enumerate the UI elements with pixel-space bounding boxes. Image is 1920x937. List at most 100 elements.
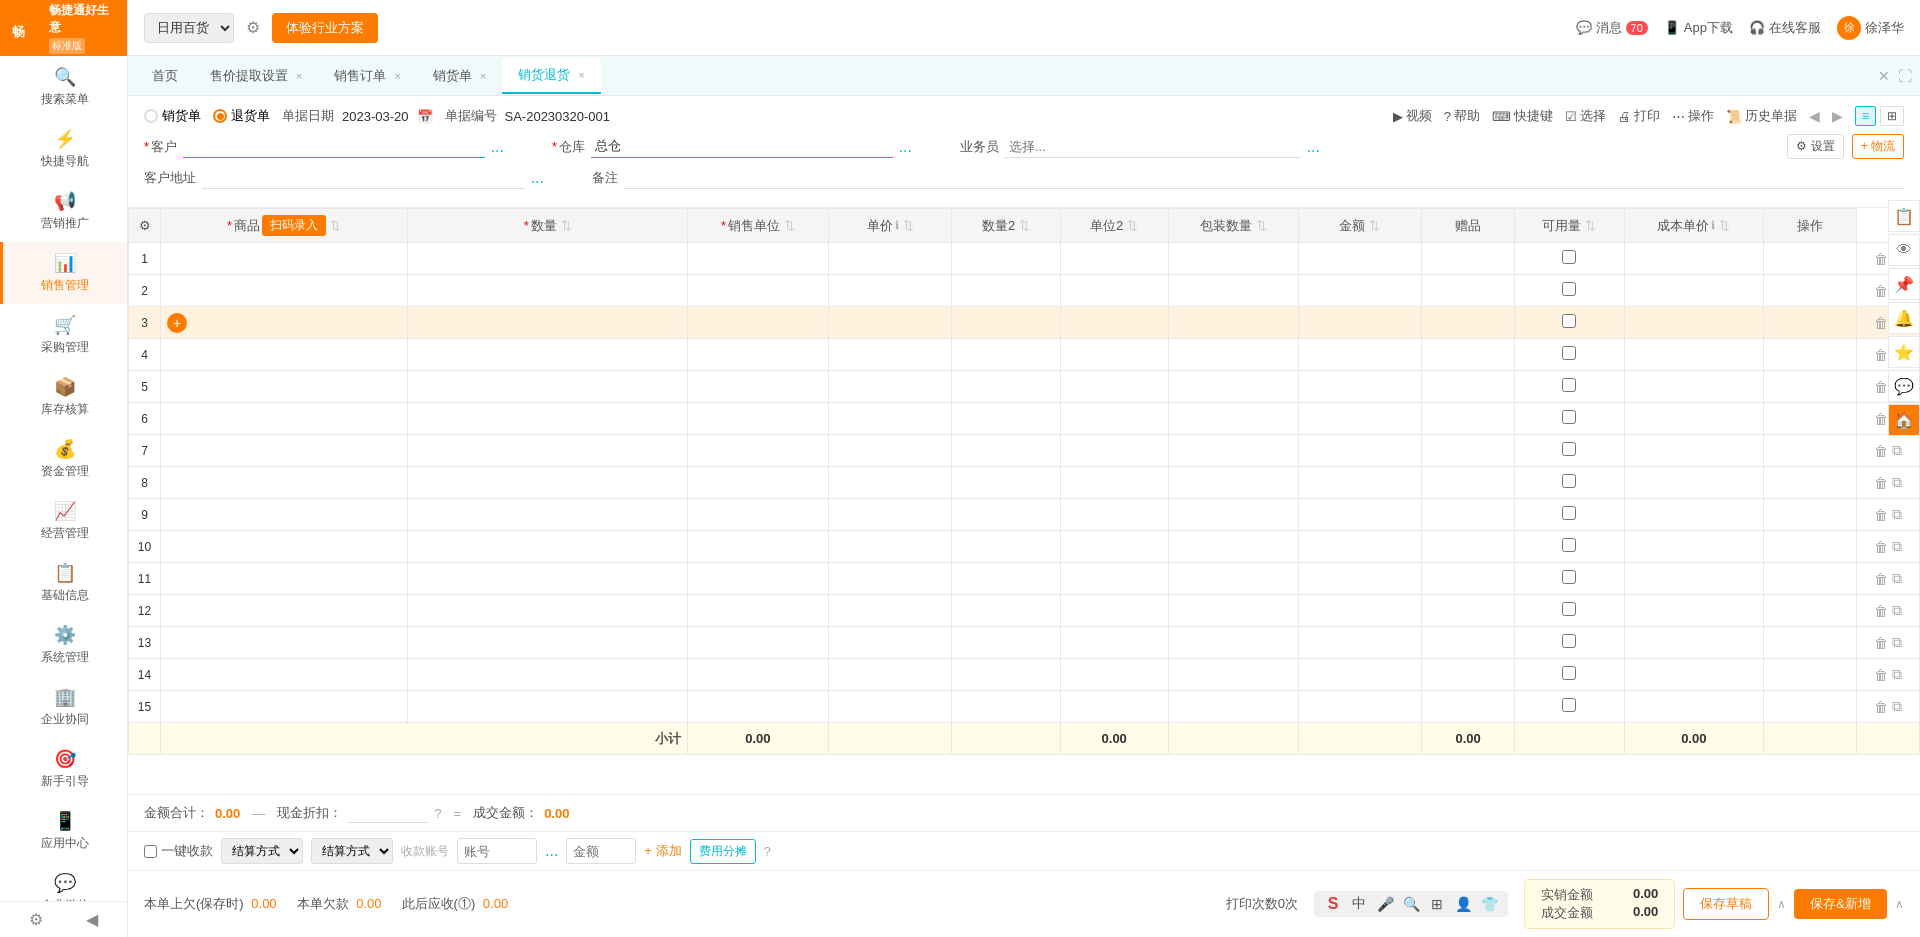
delete-row-icon[interactable]: 🗑 xyxy=(1874,379,1888,395)
save-draft-button[interactable]: 保存草稿 xyxy=(1683,888,1769,920)
scan-btn[interactable]: 扫码录入 xyxy=(262,215,326,236)
copy-row-icon[interactable]: ⧉ xyxy=(1892,698,1902,715)
warehouse-input[interactable] xyxy=(591,136,893,158)
right-panel-item-2[interactable]: 👁 xyxy=(1888,234,1920,266)
sos-icon-grid[interactable]: ⊞ xyxy=(1426,893,1448,915)
calendar-icon[interactable]: 📅 xyxy=(417,109,433,124)
customer-input[interactable] xyxy=(183,136,485,158)
gift-checkbox[interactable] xyxy=(1562,250,1576,264)
right-panel-item-6[interactable]: 💬 xyxy=(1888,370,1920,402)
sort-icon[interactable]: ⇅ xyxy=(1585,218,1596,233)
right-panel-item-1[interactable]: 📋 xyxy=(1888,200,1920,232)
sort-icon[interactable]: ⇅ xyxy=(561,218,572,233)
next-record-icon[interactable]: ▶ xyxy=(1832,108,1843,124)
save-new-chevron-icon[interactable]: ∧ xyxy=(1895,897,1904,911)
shortcut-action[interactable]: ⌨ 快捷键 xyxy=(1492,107,1553,125)
col-header-setting[interactable]: ⚙ xyxy=(129,209,161,243)
one-click-input[interactable] xyxy=(144,845,157,858)
delivery-radio[interactable]: 销货单 xyxy=(144,107,201,125)
sidebar-item-shortcut[interactable]: ⚡ 快捷导航 xyxy=(0,118,127,180)
delete-row-icon[interactable]: 🗑 xyxy=(1874,443,1888,459)
sort-icon[interactable]: ⇅ xyxy=(1719,218,1730,233)
gift-checkbox[interactable] xyxy=(1562,634,1576,648)
online-service-button[interactable]: 🎧 在线客服 xyxy=(1749,19,1821,37)
address-input[interactable] xyxy=(202,167,525,189)
gift-checkbox[interactable] xyxy=(1562,602,1576,616)
sos-icon-person[interactable]: 👤 xyxy=(1452,893,1474,915)
tab-price-settings[interactable]: 售价提取设置 × xyxy=(194,59,318,93)
gift-checkbox[interactable] xyxy=(1562,538,1576,552)
delete-row-icon[interactable]: 🗑 xyxy=(1874,347,1888,363)
delete-row-icon[interactable]: 🗑 xyxy=(1874,283,1888,299)
gift-checkbox[interactable] xyxy=(1562,506,1576,520)
sort-icon[interactable]: ⇅ xyxy=(1256,218,1267,233)
tab-close-icon[interactable]: × xyxy=(480,70,486,82)
sidebar-item-guide[interactable]: 🎯 新手引导 xyxy=(0,738,127,800)
tab-close-icon[interactable]: × xyxy=(578,69,584,81)
setting-button[interactable]: ⚙ 设置 xyxy=(1787,134,1843,159)
product-input[interactable] xyxy=(414,315,681,330)
sidebar-item-search[interactable]: 🔍 搜索菜单 xyxy=(0,56,127,118)
copy-row-icon[interactable]: ⧉ xyxy=(1892,634,1902,651)
right-panel-item-5[interactable]: ⭐ xyxy=(1888,336,1920,368)
sidebar-item-marketing[interactable]: 📢 营销推广 xyxy=(0,180,127,242)
delete-row-icon[interactable]: 🗑 xyxy=(1874,251,1888,267)
delete-row-icon[interactable]: 🗑 xyxy=(1874,475,1888,491)
settlement-dropdown[interactable]: 结算方式 xyxy=(221,838,303,864)
warehouse-select-icon[interactable]: ... xyxy=(899,138,912,156)
copy-row-icon[interactable]: ⧉ xyxy=(1892,538,1902,555)
cash-discount-input[interactable] xyxy=(348,803,428,823)
sidebar-item-finance[interactable]: 💰 资金管理 xyxy=(0,428,127,490)
sort-icon[interactable]: ⇅ xyxy=(1369,218,1380,233)
sort-icon[interactable]: ⇅ xyxy=(1127,218,1138,233)
collapse-icon[interactable]: ◀ xyxy=(86,910,98,929)
salesperson-input[interactable] xyxy=(1005,136,1301,158)
sos-icon-s[interactable]: S xyxy=(1322,893,1344,915)
salesperson-select-icon[interactable]: ... xyxy=(1307,138,1320,156)
amount-input[interactable] xyxy=(566,838,636,864)
sidebar-item-app-center[interactable]: 📱 应用中心 xyxy=(0,800,127,862)
gift-checkbox[interactable] xyxy=(1562,314,1576,328)
video-action[interactable]: ▶ 视频 xyxy=(1393,107,1432,125)
sidebar-item-sales[interactable]: 📊 销售管理 xyxy=(0,242,127,304)
copy-row-icon[interactable]: ⧉ xyxy=(1892,666,1902,683)
sidebar-item-operation[interactable]: 📈 经营管理 xyxy=(0,490,127,552)
message-button[interactable]: 💬 消息 70 xyxy=(1576,19,1648,37)
sos-icon-zhong[interactable]: 中 xyxy=(1348,893,1370,915)
print-action[interactable]: 🖨 打印 xyxy=(1618,107,1660,125)
settings-bottom-icon[interactable]: ⚙ xyxy=(29,910,43,929)
sidebar-item-system[interactable]: ⚙️ 系统管理 xyxy=(0,614,127,676)
close-tab-icon[interactable]: ✕ xyxy=(1878,68,1890,84)
one-click-checkbox[interactable]: 一键收款 xyxy=(144,842,213,860)
calculation-dropdown[interactable]: 结算方式 xyxy=(311,838,393,864)
tab-close-icon[interactable]: × xyxy=(296,70,302,82)
copy-row-icon[interactable]: ⧉ xyxy=(1892,474,1902,491)
delete-row-icon[interactable]: 🗑 xyxy=(1874,699,1888,715)
delete-row-icon[interactable]: 🗑 xyxy=(1874,603,1888,619)
history-action[interactable]: 📜 历史单据 xyxy=(1726,107,1797,125)
tab-home[interactable]: 首页 xyxy=(136,59,194,93)
delete-row-icon[interactable]: 🗑 xyxy=(1874,667,1888,683)
sos-icon-search[interactable]: 🔍 xyxy=(1400,893,1422,915)
price-info-icon[interactable]: ℹ xyxy=(895,219,899,232)
maximize-icon[interactable]: ⛶ xyxy=(1898,68,1912,84)
gift-checkbox[interactable] xyxy=(1562,666,1576,680)
select-action[interactable]: ☑ 选择 xyxy=(1565,107,1606,125)
cost-info-icon[interactable]: ℹ xyxy=(1711,219,1715,232)
account-input[interactable] xyxy=(457,838,537,864)
app-download-button[interactable]: 📱 App下载 xyxy=(1664,19,1733,37)
list-view-btn[interactable]: ≡ xyxy=(1855,106,1876,126)
sidebar-item-wechat[interactable]: 💬 企业微信 xyxy=(0,862,127,901)
prev-record-icon[interactable]: ◀ xyxy=(1809,108,1820,124)
tab-sales-order[interactable]: 销售订单 × xyxy=(318,59,416,93)
gift-checkbox[interactable] xyxy=(1562,346,1576,360)
delete-row-icon[interactable]: 🗑 xyxy=(1874,411,1888,427)
right-panel-item-7[interactable]: 🏠 xyxy=(1888,404,1920,436)
add-row-button[interactable]: + xyxy=(167,313,187,333)
right-panel-item-4[interactable]: 🔔 xyxy=(1888,302,1920,334)
gift-checkbox[interactable] xyxy=(1562,410,1576,424)
sort-icon[interactable]: ⇅ xyxy=(903,218,914,233)
add-logistics-button[interactable]: + 物流 xyxy=(1852,134,1904,159)
gift-checkbox[interactable] xyxy=(1562,698,1576,712)
sidebar-item-inventory[interactable]: 📦 库存核算 xyxy=(0,366,127,428)
